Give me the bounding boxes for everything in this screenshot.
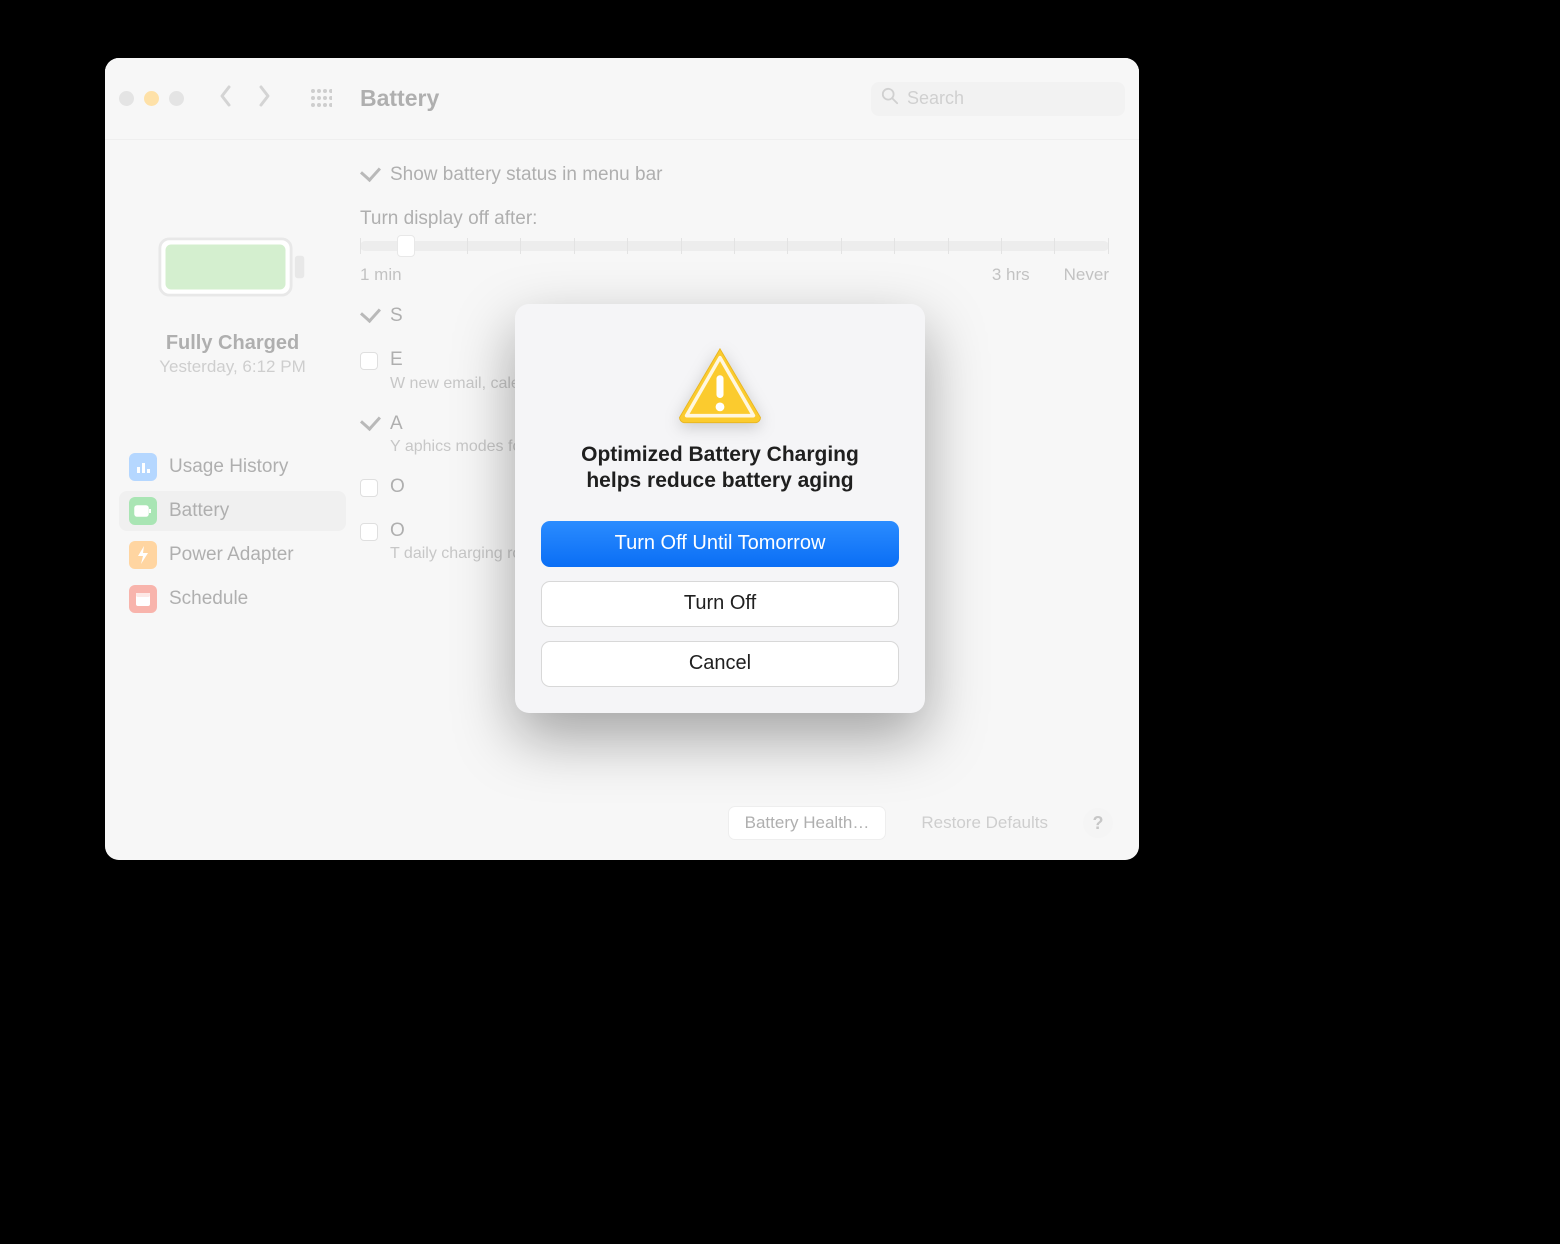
preferences-window: Battery Fully Charged Yesterday, 6:12 PM: [105, 58, 1139, 860]
dialog-title: Optimized Battery Charging helps reduce …: [581, 442, 859, 495]
turn-off-button[interactable]: Turn Off: [541, 581, 899, 627]
turn-off-until-tomorrow-button[interactable]: Turn Off Until Tomorrow: [541, 521, 899, 567]
cancel-button[interactable]: Cancel: [541, 641, 899, 687]
warning-icon: [676, 344, 764, 424]
confirm-dialog: Optimized Battery Charging helps reduce …: [515, 304, 925, 713]
